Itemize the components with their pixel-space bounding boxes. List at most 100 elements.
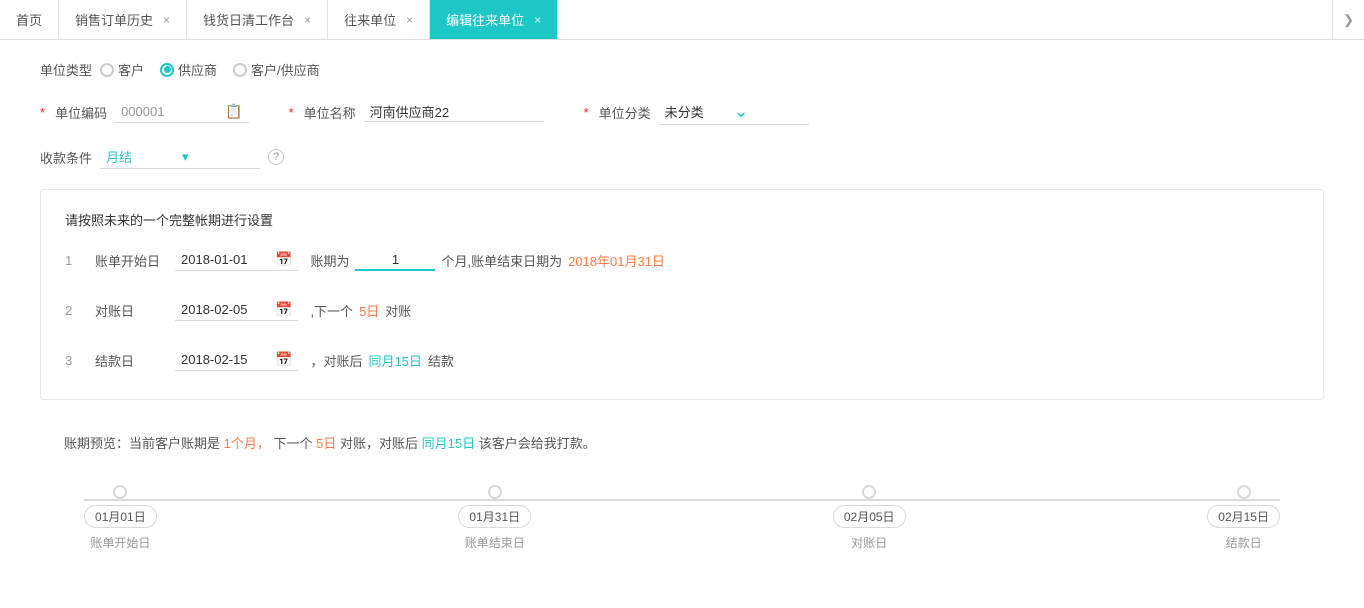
start-date-calendar-icon[interactable]: 📅	[275, 251, 292, 268]
payment-desc-prefix: ，对账后	[310, 351, 362, 370]
tab-sales-history-label: 销售订单历史	[75, 10, 153, 29]
timeline-badge-1: 01月01日	[84, 505, 157, 528]
tab-cash-workbench[interactable]: 钱货日清工作台 ×	[187, 0, 328, 39]
radio-customer-label: 客户	[118, 60, 144, 79]
tab-home-label: 首页	[16, 10, 42, 29]
tab-edit-partner[interactable]: 编辑往来单位 ×	[430, 0, 558, 39]
row-num-1: 1	[65, 253, 95, 268]
tab-partner-units[interactable]: 往来单位 ×	[328, 0, 430, 39]
preview-highlight2: 5日	[316, 436, 336, 451]
start-date-input[interactable]	[181, 252, 271, 267]
unit-name-label: 单位名称	[304, 103, 356, 122]
tab-bar: 首页 销售订单历史 × 钱货日清工作台 × 往来单位 × 编辑往来单位 × ❯	[0, 0, 1364, 40]
settings-card: 请按照未来的一个完整帐期进行设置 1 账单开始日 📅 账期为 个月,账单结束日期…	[40, 189, 1324, 400]
payment-terms-label: 收款条件	[40, 148, 92, 167]
row-label-2: 对账日	[95, 301, 175, 320]
tab-partner-units-close[interactable]: ×	[406, 13, 413, 27]
tab-edit-partner-label: 编辑往来单位	[446, 10, 524, 29]
help-icon[interactable]: ?	[268, 149, 284, 165]
timeline-badge-4: 02月15日	[1207, 505, 1280, 528]
radio-both-circle	[233, 63, 247, 77]
tab-edit-partner-close[interactable]: ×	[534, 13, 541, 27]
unit-code-input[interactable]	[121, 104, 221, 119]
preview-prefix: 账期预览：当前客户账期是	[64, 436, 220, 451]
preview-section: 账期预览：当前客户账期是 1个月， 下一个 5日 对账，对账后 同月15日 该客…	[40, 416, 1324, 567]
unit-code-input-wrap: 📋	[115, 101, 248, 123]
timeline-point-4: 02月15日 结款日	[1207, 485, 1280, 551]
tab-partner-units-label: 往来单位	[344, 10, 396, 29]
reconcile-date-input-wrap: 📅	[175, 299, 298, 321]
main-content: 单位类型 客户 供应商 客户/供应商 * 单位编码	[0, 40, 1364, 608]
radio-both[interactable]: 客户/供应商	[233, 60, 320, 79]
timeline-label-1: 账单开始日	[90, 534, 150, 551]
preview-highlight3: 同月15日	[422, 436, 475, 451]
reconcile-date-input[interactable]	[181, 302, 271, 317]
timeline-point-2: 01月31日 账单结束日	[458, 485, 531, 551]
radio-both-label: 客户/供应商	[251, 60, 320, 79]
period-label2: 个月,账单结束日期为	[441, 251, 562, 270]
payment-terms-select[interactable]: 月结 ▾	[100, 145, 260, 169]
payment-terms-row: 收款条件 月结 ▾ ?	[40, 145, 1324, 169]
unit-category-value: 未分类	[665, 102, 734, 121]
period-end-date: 2018年01月31日	[568, 251, 665, 270]
unit-code-star: *	[40, 105, 45, 120]
payment-terms-value: 月结	[106, 147, 178, 166]
timeline-dot-1	[113, 485, 127, 499]
timeline-badge-3: 02月05日	[833, 505, 906, 528]
radio-customer-circle	[100, 63, 114, 77]
setting-row-2: 2 对账日 📅 ,下一个 5日 对账	[65, 299, 1299, 321]
period-wrap: 账期为 个月,账单结束日期为 2018年01月31日	[310, 250, 664, 271]
setting-row-3: 3 结款日 📅 ，对账后 同月15日 结款	[65, 349, 1299, 371]
payment-date-calendar-icon[interactable]: 📅	[275, 351, 292, 368]
payment-date-input[interactable]	[181, 352, 271, 367]
unit-category-select[interactable]: 未分类 ⌄	[659, 99, 809, 125]
reconcile-desc-wrap: ,下一个 5日 对账	[310, 301, 411, 320]
preview-highlight1: 1个月，	[224, 436, 270, 451]
timeline-points: 01月01日 账单开始日 01月31日 账单结束日 02月05日 对账日 02月…	[84, 485, 1280, 551]
period-input[interactable]	[355, 250, 435, 271]
tab-cash-workbench-label: 钱货日清工作台	[203, 10, 294, 29]
timeline-point-1: 01月01日 账单开始日	[84, 485, 157, 551]
setting-row-1: 1 账单开始日 📅 账期为 个月,账单结束日期为 2018年01月31日	[65, 249, 1299, 271]
unit-category-arrow: ⌄	[734, 101, 803, 122]
timeline-label-2: 账单结束日	[465, 534, 525, 551]
radio-supplier-circle	[160, 63, 174, 77]
period-label1: 账期为	[310, 251, 349, 270]
row-num-3: 3	[65, 353, 95, 368]
preview-text: 账期预览：当前客户账期是 1个月， 下一个 5日 对账，对账后 同月15日 该客…	[64, 432, 1300, 455]
unit-info-row: * 单位编码 📋 * 单位名称 * 单位分类 未分类 ⌄	[40, 99, 1324, 125]
timeline-dot-3	[862, 485, 876, 499]
reconcile-highlight: 5日	[359, 301, 379, 320]
unit-name-field: * 单位名称	[289, 102, 544, 122]
reconcile-date-calendar-icon[interactable]: 📅	[275, 301, 292, 318]
payment-terms-chevron: ▾	[182, 149, 254, 165]
unit-type-field: 单位类型 客户 供应商 客户/供应商	[40, 60, 320, 79]
unit-type-label: 单位类型	[40, 60, 92, 79]
tab-sales-history[interactable]: 销售订单历史 ×	[59, 0, 187, 39]
unit-code-label: 单位编码	[55, 103, 107, 122]
reconcile-desc-prefix: ,下一个	[310, 301, 353, 320]
radio-supplier[interactable]: 供应商	[160, 60, 217, 79]
payment-date-input-wrap: 📅	[175, 349, 298, 371]
tab-sales-history-close[interactable]: ×	[163, 13, 170, 27]
unit-code-field: * 单位编码 📋	[40, 101, 249, 123]
timeline-badge-2: 01月31日	[458, 505, 531, 528]
preview-mid2: 对账，对账后	[340, 436, 418, 451]
tab-home[interactable]: 首页	[0, 0, 59, 39]
radio-customer[interactable]: 客户	[100, 60, 144, 79]
payment-terms-field: 收款条件 月结 ▾ ?	[40, 145, 284, 169]
radio-group: 客户 供应商 客户/供应商	[100, 60, 320, 79]
unit-category-star: *	[584, 105, 589, 120]
preview-suffix: 该客户会给我打款。	[479, 436, 596, 451]
payment-highlight: 同月15日	[368, 351, 421, 370]
unit-name-star: *	[289, 105, 294, 120]
row-num-2: 2	[65, 303, 95, 318]
unit-name-input[interactable]	[364, 102, 544, 122]
unit-code-icon[interactable]: 📋	[225, 103, 242, 120]
unit-category-field: * 单位分类 未分类 ⌄	[584, 99, 809, 125]
tab-cash-workbench-close[interactable]: ×	[304, 13, 311, 27]
card-title: 请按照未来的一个完整帐期进行设置	[65, 210, 1299, 229]
timeline: 01月01日 账单开始日 01月31日 账单结束日 02月05日 对账日 02月…	[64, 485, 1300, 551]
tab-more-arrow[interactable]: ❯	[1332, 0, 1364, 39]
radio-supplier-label: 供应商	[178, 60, 217, 79]
